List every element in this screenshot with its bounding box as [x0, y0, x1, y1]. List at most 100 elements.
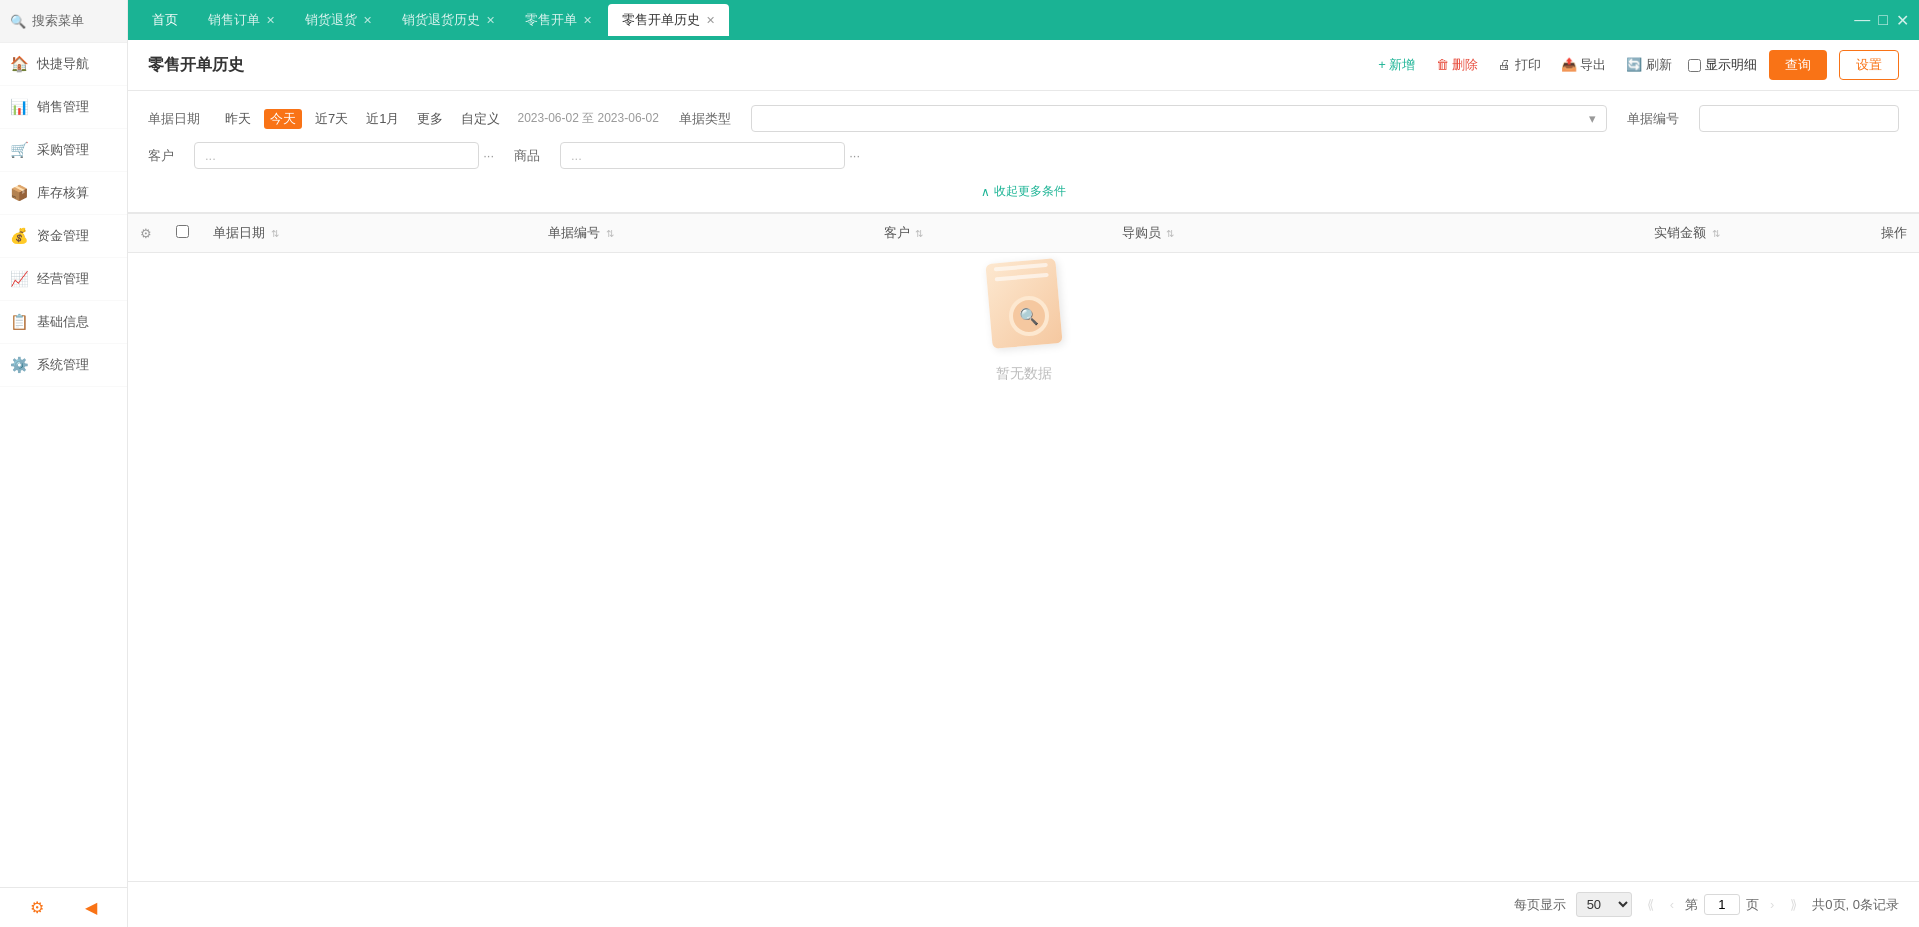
sidebar-item-purchase-mgmt[interactable]: 🛒 采购管理 [0, 129, 127, 172]
sidebar-item-label: 资金管理 [37, 227, 89, 245]
th-actual-amount[interactable]: 实销金额 ⇅ [1397, 214, 1732, 253]
doc-no-input[interactable] [1699, 105, 1899, 132]
goods-input[interactable] [560, 142, 845, 169]
money-icon: 💰 [10, 227, 29, 245]
tab-retail-open-history-close[interactable]: ✕ [706, 14, 715, 27]
tab-sales-return-history-close[interactable]: ✕ [486, 14, 495, 27]
show-detail-checkbox[interactable] [1688, 59, 1701, 72]
sort-icon-actual-amount: ⇅ [1712, 228, 1720, 239]
tab-retail-open-close[interactable]: ✕ [583, 14, 592, 27]
tab-sales-order-close[interactable]: ✕ [266, 14, 275, 27]
tab-home[interactable]: 首页 [138, 4, 192, 36]
minimize-button[interactable]: — [1854, 11, 1870, 29]
th-salesperson[interactable]: 导购员 ⇅ [1110, 214, 1397, 253]
show-detail-label: 显示明细 [1705, 56, 1757, 74]
per-page-select[interactable]: 50 100 200 [1576, 892, 1632, 917]
th-doc-date[interactable]: 单据日期 ⇅ [201, 214, 536, 253]
next-page-button[interactable]: › [1765, 895, 1779, 914]
goods-ellipsis-button[interactable]: ··· [849, 148, 860, 163]
sidebar-item-basic-info[interactable]: 📋 基础信息 [0, 301, 127, 344]
prev-page-button[interactable]: ‹ [1665, 895, 1679, 914]
collapse-more-conditions[interactable]: ∧ 收起更多条件 [148, 179, 1899, 204]
tab-sales-return[interactable]: 销货退货 ✕ [291, 4, 386, 36]
empty-text: 暂无数据 [996, 365, 1052, 383]
page-number-input[interactable] [1704, 894, 1740, 915]
query-button[interactable]: 查询 [1769, 50, 1827, 80]
chevron-down-icon: ▾ [1589, 111, 1596, 126]
tabs-bar: 首页 销售订单 ✕ 销货退货 ✕ 销货退货历史 ✕ 零售开单 ✕ 零售开单历史 … [128, 0, 1919, 40]
customer-input[interactable] [194, 142, 479, 169]
table-footer: 每页显示 50 100 200 ⟪ ‹ 第 页 › ⟫ 共0页, 0条记录 [128, 881, 1919, 927]
sidebar-item-sys-mgmt[interactable]: ⚙️ 系统管理 [0, 344, 127, 387]
th-doc-no-label: 单据编号 [548, 225, 600, 240]
doc-type-select[interactable]: ▾ [751, 105, 1607, 132]
date-opt-custom[interactable]: 自定义 [456, 109, 505, 129]
th-checkbox[interactable] [164, 214, 201, 253]
tab-retail-open-label: 零售开单 [525, 11, 577, 29]
date-opt-yesterday[interactable]: 昨天 [220, 109, 256, 129]
sidebar-item-operations[interactable]: 📈 经营管理 [0, 258, 127, 301]
table-header-row: ⚙ 单据日期 ⇅ 单据编号 ⇅ [128, 214, 1919, 253]
sidebar-item-sales-mgmt[interactable]: 📊 销售管理 [0, 86, 127, 129]
sidebar-item-inventory[interactable]: 📦 库存核算 [0, 172, 127, 215]
column-settings-icon[interactable]: ⚙ [140, 226, 152, 241]
th-operation-label: 操作 [1881, 225, 1907, 240]
delete-button[interactable]: 🗑 删除 [1432, 54, 1483, 76]
th-salesperson-label: 导购员 [1122, 225, 1161, 240]
sidebar-item-label: 基础信息 [37, 313, 89, 331]
date-opt-last-month[interactable]: 近1月 [361, 109, 404, 129]
page-title: 零售开单历史 [148, 55, 244, 76]
gear-icon: ⚙️ [10, 356, 29, 374]
export-button[interactable]: 📤 导出 [1557, 54, 1611, 76]
settings-bottom-icon[interactable]: ⚙ [30, 898, 44, 917]
sidebar-search[interactable]: 🔍 搜索菜单 [0, 0, 127, 43]
page-label: 第 [1685, 896, 1698, 914]
sidebar-item-quick-nav[interactable]: 🏠 快捷导航 [0, 43, 127, 86]
page-suffix: 页 [1746, 896, 1759, 914]
tab-sales-return-history[interactable]: 销货退货历史 ✕ [388, 4, 509, 36]
tab-sales-return-close[interactable]: ✕ [363, 14, 372, 27]
maximize-button[interactable]: □ [1878, 11, 1888, 29]
print-button[interactable]: 🖨 打印 [1494, 54, 1545, 76]
home-icon: 🏠 [10, 55, 29, 73]
tab-sales-order[interactable]: 销售订单 ✕ [194, 4, 289, 36]
first-page-button[interactable]: ⟪ [1642, 895, 1659, 914]
info-icon: 📋 [10, 313, 29, 331]
date-options: 昨天 今天 近7天 近1月 更多 自定义 2023-06-02 至 2023-0… [220, 109, 659, 129]
date-opt-today[interactable]: 今天 [264, 109, 302, 129]
th-settings[interactable]: ⚙ [128, 214, 164, 253]
customer-ellipsis-button[interactable]: ··· [483, 148, 494, 163]
th-customer[interactable]: 客户 ⇅ [872, 214, 1110, 253]
sidebar-search-label: 搜索菜单 [32, 12, 84, 30]
date-filter-label: 单据日期 [148, 110, 200, 128]
show-detail-checkbox-wrap[interactable]: 显示明细 [1688, 56, 1757, 74]
tab-retail-open[interactable]: 零售开单 ✕ [511, 4, 606, 36]
page-header: 零售开单历史 + 新增 🗑 删除 🖨 打印 📤 导出 🔄 刷新 显示明细 查询 … [128, 40, 1919, 91]
search-icon: 🔍 [10, 14, 26, 29]
empty-state: 暂无数据 [128, 253, 1919, 383]
last-page-button[interactable]: ⟫ [1785, 895, 1802, 914]
toolbar: + 新增 🗑 删除 🖨 打印 📤 导出 🔄 刷新 显示明细 查询 设置 [1374, 50, 1899, 80]
per-page-label: 每页显示 [1514, 896, 1566, 914]
page-summary: 共0页, 0条记录 [1812, 896, 1899, 914]
sidebar-bottom: ⚙ ◀ [0, 887, 127, 927]
collapse-label: 收起更多条件 [994, 183, 1066, 200]
empty-illustration [964, 253, 1084, 353]
table-wrap: ⚙ 单据日期 ⇅ 单据编号 ⇅ [128, 213, 1919, 881]
date-opt-more[interactable]: 更多 [412, 109, 448, 129]
add-button[interactable]: + 新增 [1374, 54, 1419, 76]
empty-search-overlay [1009, 296, 1049, 336]
th-doc-no[interactable]: 单据编号 ⇅ [536, 214, 871, 253]
doc-type-wrap: ▾ [751, 105, 1607, 132]
tab-retail-open-history[interactable]: 零售开单历史 ✕ [608, 4, 729, 36]
set-button[interactable]: 设置 [1839, 50, 1899, 80]
th-operation: 操作 [1732, 214, 1919, 253]
th-doc-date-label: 单据日期 [213, 225, 265, 240]
collapse-sidebar-icon[interactable]: ◀ [85, 898, 97, 917]
sidebar-item-finance[interactable]: 💰 资金管理 [0, 215, 127, 258]
main-body: ⚙ 单据日期 ⇅ 单据编号 ⇅ [128, 213, 1919, 927]
refresh-button[interactable]: 🔄 刷新 [1622, 54, 1676, 76]
close-button[interactable]: ✕ [1896, 11, 1909, 30]
select-all-checkbox[interactable] [176, 225, 189, 238]
date-opt-last7[interactable]: 近7天 [310, 109, 353, 129]
